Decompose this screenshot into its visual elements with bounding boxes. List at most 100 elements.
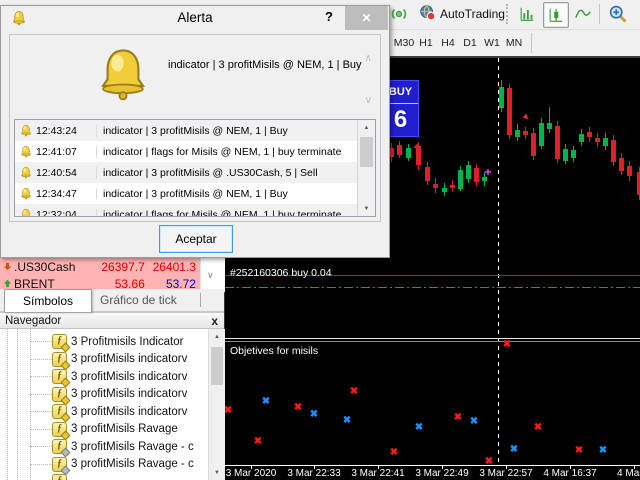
timeframe-row: M30 H1 H4 D1 W1 MN [385,29,640,56]
candlestick-chart-icon[interactable] [543,2,569,28]
alert-row[interactable]: 12:40:54 indicator | 3 profitMisils @ .US… [15,162,358,183]
toolbar-grip[interactable] [506,4,511,24]
tab-grafico-label: Gráfico de tick [100,293,177,307]
navigator-item[interactable]: ƒ3 profitMisils indicatorv [0,368,208,388]
navigator-item-label: 3 Profitmisils Indicator [71,335,184,348]
panel-separator[interactable] [225,338,640,339]
scroll-up-icon[interactable]: ▲ [209,329,225,344]
navigator-panel: Navegador x ƒ3 Profitmisils Indicator ƒ 3 … [0,312,225,480]
timeframe-button-w1[interactable]: W1 [481,32,503,53]
x-axis-line [225,465,640,466]
navigator-item-label: 3 profitMisils Ravage [71,423,178,435]
timeframe-button-m30[interactable]: M30 [393,32,415,53]
candle [571,150,576,158]
timeframe-button-d1[interactable]: D1 [459,32,481,53]
timeframe-button-h4[interactable]: H4 [437,32,459,53]
navigator-item[interactable]: ƒ3 Profitmisils Indicator [0,333,208,353]
axis-label: 3 Mar 22:33 [287,468,341,479]
candle [579,134,584,142]
function-icon: ƒ [52,334,71,353]
crosshair-vline [498,58,499,465]
navigator-item[interactable]: ƒ [0,473,208,480]
navigator-item[interactable]: ƒ3 profitMisils indicatorv [0,403,208,423]
dialog-content: indicator | 3 profitMisils @ NEM, 1 | Bu… [9,34,381,222]
x-marker: ✖ [502,339,512,350]
candle [499,87,504,108]
tree-connector [30,463,52,465]
candle [397,145,402,155]
navigator-close-icon[interactable]: x [211,314,218,328]
x-marker: ✖ [261,396,271,407]
market-watch-scrollbar[interactable]: ∨ [200,258,225,292]
autotrading-button[interactable]: AutoTrading [413,2,511,26]
arrow-up-icon [0,279,14,288]
close-icon[interactable]: ✕ [345,6,388,30]
candle [619,158,624,171]
timeframe-button-h1[interactable]: H1 [415,32,437,53]
alert-row[interactable]: 12:43:24 indicator | 3 profitMisils @ NEM… [15,120,358,141]
x-marker: ✖ [224,405,233,416]
navigator-item-label: 3 profitMisils indicatorv [71,353,188,365]
toolbar-row-main: AutoTrading [385,0,640,30]
navigator-scrollbar[interactable]: ▲ ▼ [208,329,225,480]
autotrading-icon [419,4,436,24]
tree-connector [30,358,52,360]
scrollbar-thumb[interactable] [211,347,223,385]
candle [433,184,438,188]
accept-button-label: Aceptar [175,232,217,246]
scroll-down-icon[interactable]: ▼ [358,201,375,216]
sell-arrow-icon [407,136,423,152]
signal-icon[interactable] [387,2,411,26]
navigator-item-label: 3 profitMisils Ravage - c [71,440,194,453]
alert-time: 12:41:07 [36,145,97,158]
tree-connector [30,393,52,395]
candle [442,188,447,192]
candle [611,140,616,162]
alert-row[interactable]: 12:34:47 indicator | 3 profitMisils @ NEM… [15,183,358,204]
candle [523,131,528,135]
chevron-up-icon[interactable]: ∧ [365,53,372,64]
navigator-item[interactable]: ƒ3 profitMisils Ravage [0,421,208,440]
arrow-down-icon [0,262,14,271]
candle [547,123,552,129]
chevron-down-icon[interactable]: ∨ [365,95,372,106]
line-chart-icon[interactable] [571,2,595,26]
x-marker: ✖ [293,402,303,413]
alert-row[interactable]: 12:41:07 indicator | flags for Misils @ N… [15,141,358,162]
x-marker: ✖ [469,416,479,427]
x-marker: ✖ [309,409,319,420]
candle [595,138,600,142]
candle [603,138,608,146]
dialog-titlebar[interactable]: Alerta ? ✕ [1,6,389,31]
chevron-down-icon[interactable]: ∨ [207,270,214,281]
navigator-item[interactable]: ƒ3 profitMisils Ravage - c [0,438,208,458]
navigator-item[interactable]: ƒ3 profitMisils indicatorv [0,351,208,370]
alert-time: 12:32:04 [36,208,97,216]
bar-chart-icon[interactable] [515,2,539,26]
alert-time: 12:40:54 [36,166,97,179]
tree-connector [30,341,52,342]
navigator-tree: ƒ3 Profitmisils Indicator ƒ 3 profitMisils… [0,329,208,480]
timeframe-button-mn[interactable]: MN [503,32,525,53]
autotrading-label: AutoTrading [440,7,505,21]
scrollbar-thumb[interactable] [360,137,373,167]
bottom-tabbar: Símbolos Gráfico de tick [0,289,224,312]
accept-button[interactable]: Aceptar [159,225,233,253]
help-icon[interactable]: ? [325,9,333,24]
scroll-up-icon[interactable]: ▲ [358,120,375,135]
bell-icon [19,208,33,216]
market-watch-row[interactable]: .US30Cash 26397.7 26401.3 [0,258,200,275]
navigator-title: Navegador [5,314,62,327]
alert-list-scrollbar[interactable]: ▲ ▼ [357,120,375,216]
navigator-item-label: 3 profitMisils Ravage - c [71,458,194,470]
function-icon: ƒ [52,421,71,440]
tab-grafico-de-tick[interactable]: Gráfico de tick [100,293,177,307]
tab-simbolos[interactable]: Símbolos [4,289,92,312]
navigator-item[interactable]: ƒ3 profitMisils indicatorv [0,386,208,405]
navigator-item[interactable]: ƒ3 profitMisils Ravage - c [0,456,208,475]
x-marker: ✖ [253,436,263,447]
zoom-in-icon[interactable] [606,2,630,26]
bell-icon [19,124,33,137]
scroll-down-icon[interactable]: ▼ [209,465,225,480]
alert-row[interactable]: 12:32:04 indicator | flags for Misils @ N… [15,204,358,216]
